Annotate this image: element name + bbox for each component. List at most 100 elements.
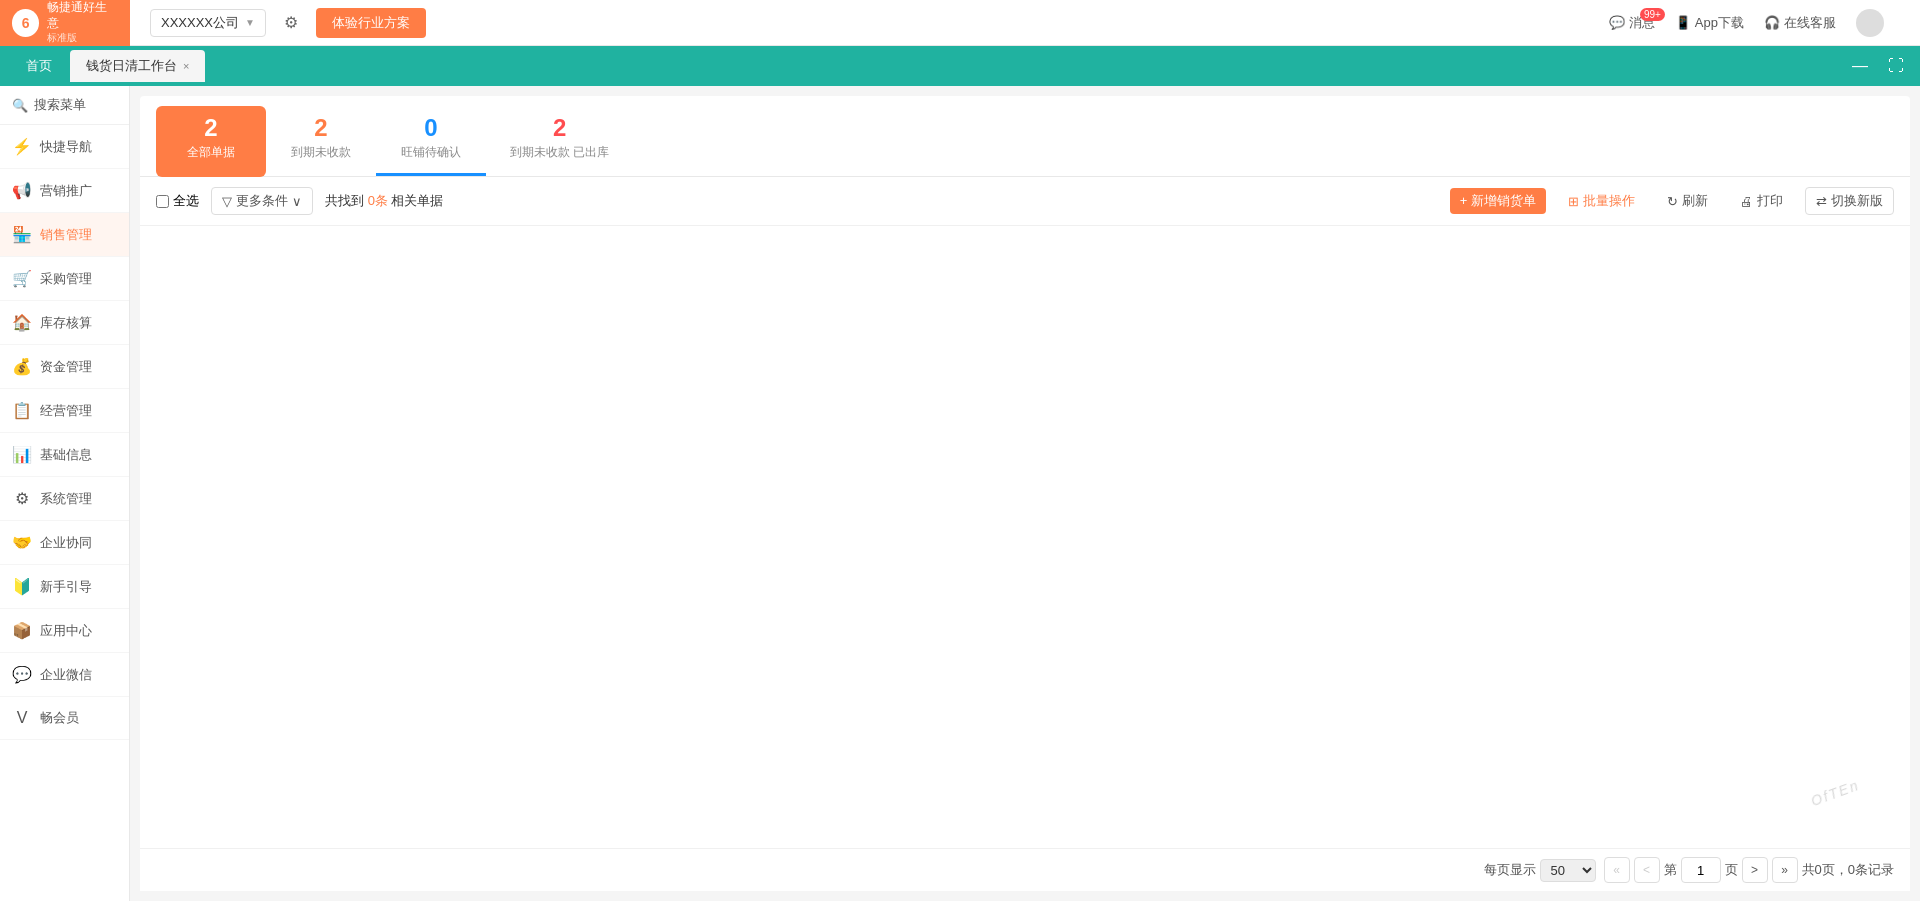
tab-active[interactable]: 钱货日清工作台 ×: [70, 50, 205, 82]
result-text: 共找到 0条 相关单据: [325, 192, 443, 210]
refresh-icon: ↻: [1667, 194, 1678, 209]
page-suffix: 页: [1725, 861, 1738, 879]
logo-icon: 6: [12, 9, 39, 37]
stat-tab-all[interactable]: 2 全部单据: [156, 106, 266, 177]
stat-num-all: 2: [204, 114, 217, 142]
tab-home[interactable]: 首页: [10, 50, 68, 82]
sidebar-item-beginner[interactable]: 🔰 新手引导: [0, 565, 129, 609]
sidebar-label-quick-nav: 快捷导航: [40, 138, 92, 156]
sidebar-item-marketing[interactable]: 📢 营销推广: [0, 169, 129, 213]
system-icon: ⚙: [12, 489, 32, 508]
settings-button[interactable]: ⚙: [276, 8, 306, 38]
download-icon: 📱: [1675, 15, 1691, 30]
refresh-button[interactable]: ↻ 刷新: [1657, 188, 1718, 214]
pagination: « < 第 页 > » 共0页，0条记录: [1604, 857, 1894, 883]
basic-info-icon: 📊: [12, 445, 32, 464]
filter-icon: ▽: [222, 194, 232, 209]
total-text: 共0页，0条记录: [1802, 861, 1894, 879]
search-icon: 🔍: [12, 98, 28, 113]
marketing-icon: 📢: [12, 181, 32, 200]
print-button[interactable]: 🖨 打印: [1730, 188, 1793, 214]
sidebar-item-inventory[interactable]: 🏠 库存核算: [0, 301, 129, 345]
logo-text: 畅捷通好生意 标准版: [47, 0, 118, 45]
prev-page-button[interactable]: <: [1634, 857, 1660, 883]
top-header: 6 畅捷通好生意 标准版 XXXXXX公司 ▼ ⚙ 体验行业方案 💬 消息 99…: [0, 0, 1920, 46]
page-size-selector: 每页显示 50 10 20 100: [1484, 859, 1596, 882]
avatar[interactable]: [1856, 9, 1884, 37]
inventory-icon: 🏠: [12, 313, 32, 332]
finance-icon: 💰: [12, 357, 32, 376]
stat-label-unshipped: 到期未收款 已出库: [510, 144, 609, 161]
batch-icon: ⊞: [1568, 194, 1579, 209]
sidebar-item-cooperation[interactable]: 🤝 企业协同: [0, 521, 129, 565]
sidebar-label-operation: 经营管理: [40, 402, 92, 420]
sidebar-item-sales[interactable]: 🏪 销售管理: [0, 213, 129, 257]
filter-chevron-icon: ∨: [292, 194, 302, 209]
page-label: 第: [1664, 861, 1677, 879]
filter-button[interactable]: ▽ 更多条件 ∨: [211, 187, 313, 215]
add-sales-button[interactable]: + 新增销货单: [1450, 188, 1546, 214]
purchase-icon: 🛒: [12, 269, 32, 288]
logo-area: 6 畅捷通好生意 标准版: [0, 0, 130, 46]
chevron-down-icon: ▼: [245, 17, 255, 28]
switch-version-button[interactable]: ⇄ 切换新版: [1805, 187, 1894, 215]
sidebar-item-app-center[interactable]: 📦 应用中心: [0, 609, 129, 653]
company-selector[interactable]: XXXXXX公司 ▼: [150, 9, 266, 37]
first-page-button[interactable]: «: [1604, 857, 1630, 883]
select-all-checkbox[interactable]: 全选: [156, 192, 199, 210]
message-icon: 💬: [1609, 15, 1625, 30]
online-service-label: 在线客服: [1784, 14, 1836, 32]
sidebar-label-app-center: 应用中心: [40, 622, 92, 640]
sidebar-label-basic-info: 基础信息: [40, 446, 92, 464]
company-name: XXXXXX公司: [161, 14, 239, 32]
quick-nav-icon: ⚡: [12, 137, 32, 156]
sales-icon: 🏪: [12, 225, 32, 244]
sidebar-search[interactable]: 🔍 搜索菜单: [0, 86, 129, 125]
tab-close-icon[interactable]: ×: [183, 60, 189, 72]
sidebar-item-basic-info[interactable]: 📊 基础信息: [0, 433, 129, 477]
sidebar-label-wechat: 企业微信: [40, 666, 92, 684]
messages-item[interactable]: 💬 消息 99+: [1609, 14, 1655, 32]
select-all-input[interactable]: [156, 195, 169, 208]
page-input[interactable]: [1681, 857, 1721, 883]
stat-label-all: 全部单据: [187, 144, 235, 161]
sidebar-item-member[interactable]: V 畅会员: [0, 697, 129, 740]
page-size-select[interactable]: 50 10 20 100: [1540, 859, 1596, 882]
print-icon: 🖨: [1740, 194, 1753, 209]
home-tab-label: 首页: [26, 57, 52, 75]
stat-tab-overdue[interactable]: 2 到期未收款: [266, 106, 376, 176]
toolbar: 全选 ▽ 更多条件 ∨ 共找到 0条 相关单据 + 新增销货单 ⊞ 批量操作: [140, 177, 1910, 226]
sidebar-label-sales: 销售管理: [40, 226, 92, 244]
sidebar-item-quick-nav[interactable]: ⚡ 快捷导航: [0, 125, 129, 169]
tab-bar-right: — ⛶: [1846, 52, 1910, 80]
sidebar-item-system[interactable]: ⚙ 系统管理: [0, 477, 129, 521]
content-body: [140, 226, 1910, 848]
stat-tab-unshipped[interactable]: 2 到期未收款 已出库: [486, 106, 633, 176]
stat-label-overdue: 到期未收款: [291, 144, 351, 161]
online-service-item[interactable]: 🎧 在线客服: [1764, 14, 1836, 32]
sidebar-item-wechat[interactable]: 💬 企业微信: [0, 653, 129, 697]
stats-tabs: 2 全部单据 2 到期未收款 0 旺铺待确认 2 到期未收款 已出库: [140, 96, 1910, 177]
app-download-item[interactable]: 📱 App下载: [1675, 14, 1744, 32]
tab-minimize-button[interactable]: —: [1846, 52, 1874, 80]
filter-label: 更多条件: [236, 192, 288, 210]
search-label: 搜索菜单: [34, 96, 86, 114]
batch-op-button[interactable]: ⊞ 批量操作: [1558, 188, 1645, 214]
stat-tab-wangpu[interactable]: 0 旺铺待确认: [376, 106, 486, 176]
next-page-button[interactable]: >: [1742, 857, 1768, 883]
stat-num-unshipped: 2: [553, 114, 566, 142]
sidebar-item-finance[interactable]: 💰 资金管理: [0, 345, 129, 389]
switch-icon: ⇄: [1816, 194, 1827, 209]
result-count: 0条: [368, 193, 388, 208]
sidebar-item-purchase[interactable]: 🛒 采购管理: [0, 257, 129, 301]
member-icon: V: [12, 709, 32, 727]
sidebar-item-operation[interactable]: 📋 经营管理: [0, 389, 129, 433]
tab-expand-button[interactable]: ⛶: [1882, 52, 1910, 80]
app-download-label: App下载: [1695, 14, 1744, 32]
cooperation-icon: 🤝: [12, 533, 32, 552]
last-page-button[interactable]: »: [1772, 857, 1798, 883]
stat-num-wangpu: 0: [424, 114, 437, 142]
operation-icon: 📋: [12, 401, 32, 420]
header-right: 💬 消息 99+ 📱 App下载 🎧 在线客服: [1609, 9, 1904, 37]
trial-button[interactable]: 体验行业方案: [316, 8, 426, 38]
